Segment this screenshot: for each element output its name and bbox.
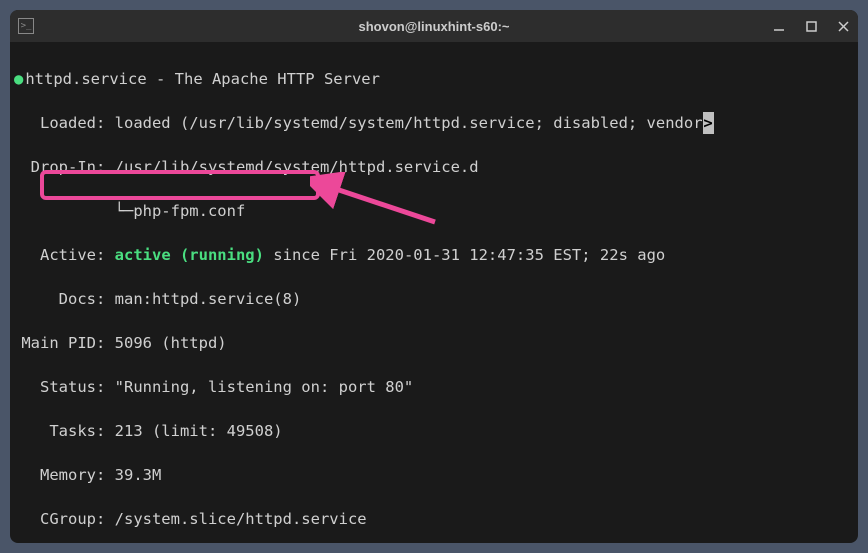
status-bullet-icon: ● (14, 68, 23, 90)
maximize-button[interactable] (804, 19, 818, 33)
terminal-window: >_ shovon@linuxhint-s60:~ ●httpd.service… (10, 10, 858, 543)
scroll-indicator: > (703, 112, 714, 134)
terminal-content[interactable]: ●httpd.service - The Apache HTTP Server … (10, 42, 858, 543)
active-label: Active: (12, 244, 115, 266)
tasks-line: Tasks: 213 (limit: 49508) (12, 420, 283, 442)
main-pid-line: Main PID: 5096 (httpd) (12, 332, 227, 354)
window-title: shovon@linuxhint-s60:~ (359, 19, 510, 34)
active-status: active (running) (115, 244, 264, 266)
active-since: since Fri 2020-01-31 12:47:35 EST; 22s a… (264, 244, 665, 266)
cgroup-line: CGroup: /system.slice/httpd.service (12, 508, 367, 530)
close-button[interactable] (836, 19, 850, 33)
memory-line: Memory: 39.3M (12, 464, 161, 486)
loaded-line: Loaded: loaded (/usr/lib/systemd/system/… (12, 112, 703, 134)
terminal-icon: >_ (18, 18, 34, 34)
docs-line: Docs: man:httpd.service(8) (12, 288, 301, 310)
titlebar: >_ shovon@linuxhint-s60:~ (10, 10, 858, 42)
dropin-file-line: └─php-fpm.conf (12, 200, 245, 222)
service-name-line: httpd.service - The Apache HTTP Server (25, 68, 380, 90)
window-controls (772, 19, 850, 33)
minimize-button[interactable] (772, 19, 786, 33)
dropin-line: Drop-In: /usr/lib/systemd/system/httpd.s… (12, 156, 479, 178)
status-line: Status: "Running, listening on: port 80" (12, 376, 413, 398)
